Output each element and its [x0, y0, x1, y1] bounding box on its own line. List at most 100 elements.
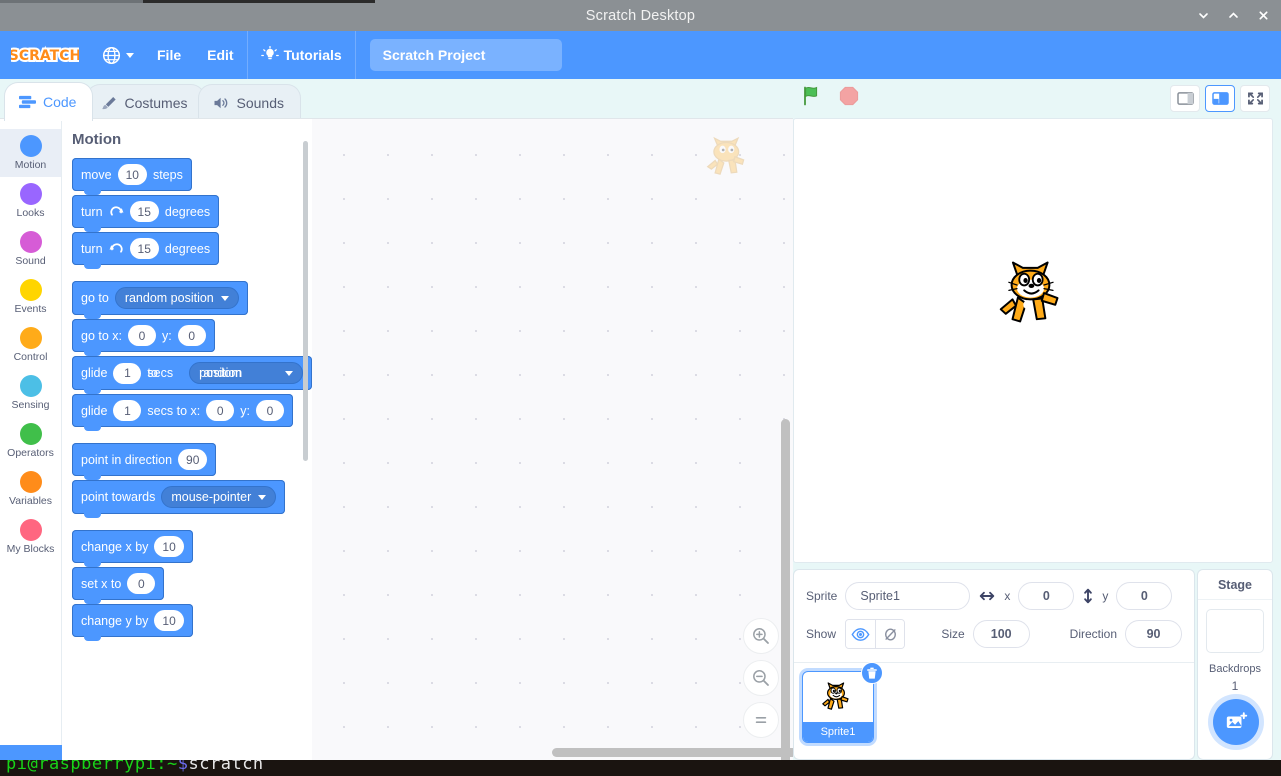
stage-sprite-cat[interactable] [990, 249, 1080, 339]
workspace-horizontal-scrollbar[interactable] [552, 748, 793, 757]
size-input[interactable]: 100 [972, 620, 1030, 648]
block-change-x-by[interactable]: change x by 10 [72, 530, 193, 567]
sprite-name-input[interactable]: Sprite1 [845, 582, 971, 610]
project-name-input[interactable]: Scratch Project [369, 39, 562, 71]
x-label: x [1004, 589, 1011, 603]
block-palette[interactable]: Motion move 10 steps turn 15 degrees tur… [62, 119, 312, 760]
palette-scrollbar[interactable] [303, 141, 308, 461]
menu-item-edit[interactable]: Edit [194, 31, 246, 79]
zoom-in-icon [753, 628, 769, 644]
scratch-logo[interactable]: SCRATCH SCRATCH [10, 42, 80, 68]
block-move-steps[interactable]: move 10 steps [72, 158, 192, 195]
sidebar-item-control[interactable]: Control [0, 321, 61, 369]
direction-input[interactable]: 90 [1125, 620, 1183, 648]
block-input-y[interactable]: 0 [177, 325, 206, 346]
zoom-out-icon [753, 670, 769, 686]
add-backdrop-button[interactable] [1213, 699, 1259, 745]
tab-costumes[interactable]: Costumes [86, 84, 205, 121]
block-change-y-by[interactable]: change y by 10 [72, 604, 193, 641]
tab-code[interactable]: Code [4, 82, 94, 121]
show-sprite-button[interactable] [845, 620, 876, 648]
sidebar-item-events[interactable]: Events [0, 273, 61, 321]
block-glide-to-xy[interactable]: glide 1 secs to x: 0 y: 0 [72, 394, 293, 431]
minimize-icon[interactable] [1189, 3, 1217, 29]
block-input-y[interactable]: 0 [255, 400, 284, 421]
palette-block-row: glide 1 secs to random position [72, 356, 312, 394]
block-input-x[interactable]: 0 [206, 400, 235, 421]
eye-slash-icon [884, 627, 896, 641]
sidebar-item-my-blocks[interactable]: My Blocks [0, 513, 61, 561]
category-color-looks [19, 183, 42, 205]
stop-icon[interactable] [838, 85, 860, 112]
zoom-in-button[interactable] [743, 618, 779, 654]
sidebar-item-sound[interactable]: Sound [0, 225, 61, 273]
block-input-degrees[interactable]: 15 [129, 201, 159, 222]
window-titlebar[interactable]: Scratch Desktop [0, 0, 1281, 31]
small-stage-button[interactable] [1170, 85, 1200, 112]
block-input-dy[interactable]: 10 [154, 610, 184, 631]
block-glide-to[interactable]: glide 1 secs to random position [72, 356, 312, 394]
palette-spacer [72, 431, 312, 443]
menu-item-edit-label: Edit [207, 47, 234, 63]
palette-block-row: glide 1 secs to x: 0 y: 0 [72, 394, 312, 431]
palette-block-row: point towards mouse-pointer [72, 480, 312, 518]
zoom-reset-button[interactable] [743, 702, 779, 738]
block-point-in-direction[interactable]: point in direction 90 [72, 443, 217, 480]
add-extension-button[interactable] [0, 745, 62, 760]
delete-sprite-button[interactable] [861, 662, 883, 684]
block-input-steps[interactable]: 10 [117, 164, 147, 185]
block-turn-left[interactable]: turn 15 degrees [72, 232, 220, 269]
category-color-control [19, 327, 42, 349]
menu-item-file-label: File [157, 47, 182, 63]
block-go-to[interactable]: go to random position [72, 281, 248, 319]
block-input-secs[interactable]: 1 [113, 400, 142, 421]
green-flag-icon[interactable] [800, 84, 824, 113]
category-color-operators [19, 423, 42, 445]
block-dropdown-target[interactable]: random position [189, 362, 303, 384]
sidebar-item-operators[interactable]: Operators [0, 417, 61, 465]
x-input[interactable]: 0 [1018, 582, 1075, 610]
list-item[interactable]: Sprite1 [802, 662, 883, 743]
palette-block-row: change y by 10 [72, 604, 312, 641]
block-input-direction[interactable]: 90 [178, 449, 208, 470]
sidebar-item-my-blocks-label: My Blocks [6, 543, 55, 555]
block-point-towards[interactable]: point towards mouse-pointer [72, 480, 286, 518]
category-color-motion [19, 135, 42, 157]
lightbulb-icon [260, 46, 279, 60]
workspace-vertical-scrollbar[interactable] [781, 419, 790, 760]
stage-column: Sprite Sprite1 x 0 y 0 Show Size 100 Dir… [793, 118, 1281, 760]
block-set-x-to[interactable]: set x to 0 [72, 567, 165, 604]
block-input-dx[interactable]: 10 [154, 536, 184, 557]
palette-block-row: move 10 steps [72, 158, 312, 195]
block-input-x[interactable]: 0 [127, 573, 156, 594]
y-input[interactable]: 0 [1116, 582, 1173, 610]
close-icon[interactable] [1249, 3, 1277, 29]
normal-stage-button[interactable] [1205, 85, 1235, 112]
category-color-events [19, 279, 42, 301]
menu-item-file[interactable]: File [144, 31, 194, 79]
block-dropdown-target[interactable]: mouse-pointer [161, 486, 277, 508]
block-dropdown-target[interactable]: random position [114, 287, 239, 309]
block-input-degrees[interactable]: 15 [129, 238, 159, 259]
sidebar-item-variables[interactable]: Variables [0, 465, 61, 513]
block-input-x[interactable]: 0 [128, 325, 156, 346]
language-menu[interactable] [92, 31, 144, 79]
sidebar-item-motion[interactable]: Motion [0, 129, 61, 177]
block-turn-right[interactable]: turn 15 degrees [72, 195, 220, 232]
block-go-to-xy[interactable]: go to x: 0 y: 0 [72, 319, 215, 356]
zoom-out-button[interactable] [743, 660, 779, 696]
fullscreen-button[interactable] [1240, 85, 1270, 112]
block-input-secs[interactable]: 1 [113, 362, 142, 384]
sidebar-item-sensing[interactable]: Sensing [0, 369, 61, 417]
hide-sprite-button[interactable] [875, 620, 905, 648]
titlebar-edge-left2 [143, 0, 375, 3]
sidebar-item-looks-label: Looks [16, 207, 45, 219]
menu-item-tutorials[interactable]: Tutorials [248, 31, 355, 79]
tab-sounds[interactable]: Sounds [197, 84, 301, 121]
maximize-icon[interactable] [1219, 3, 1247, 29]
stage[interactable] [793, 118, 1273, 563]
code-workspace[interactable] [312, 118, 793, 760]
y-label: y [1102, 589, 1109, 603]
stage-selector[interactable]: Stage Backdrops 1 [1197, 569, 1273, 760]
sidebar-item-looks[interactable]: Looks [0, 177, 61, 225]
